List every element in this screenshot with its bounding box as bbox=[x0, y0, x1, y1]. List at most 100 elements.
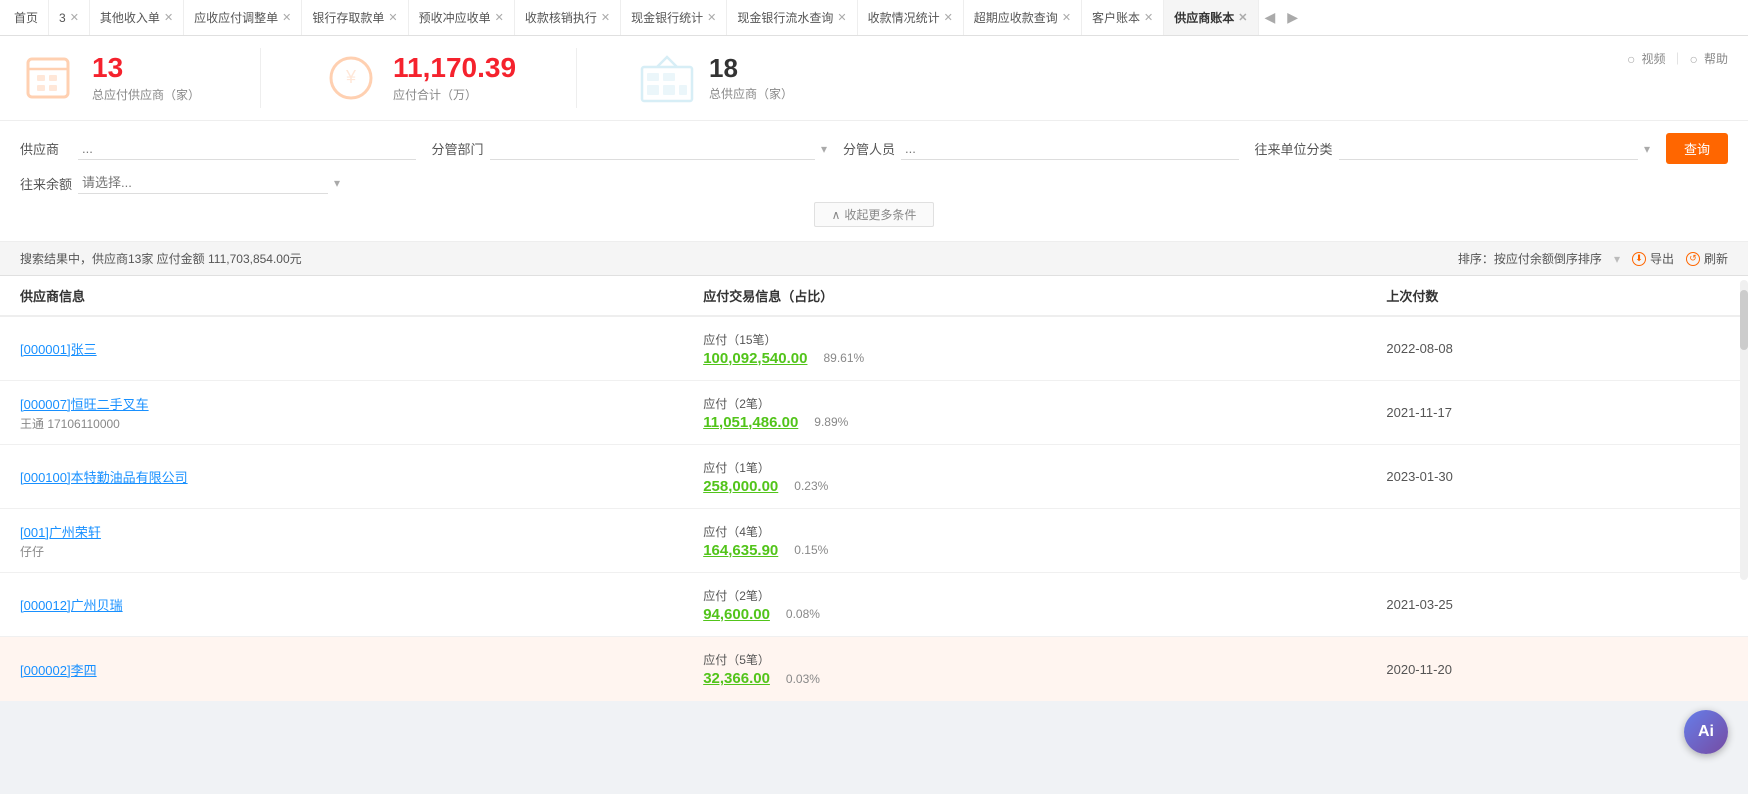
table-row: [001]广州荣轩 仔仔 应付（4笔） 164,635.90 0.15% bbox=[0, 509, 1748, 573]
last-payment-date-5: 2021-03-25 bbox=[1386, 597, 1453, 612]
nav-tab-advance[interactable]: 预收冲应收单 ✕ bbox=[409, 0, 515, 36]
table-row: [000002]李四 应付（5笔） 32,366.00 0.03% 2020-1… bbox=[0, 637, 1748, 701]
refresh-button[interactable]: ↺ 刷新 bbox=[1686, 250, 1728, 267]
supplier-filter-input[interactable] bbox=[78, 138, 416, 160]
query-button[interactable]: 查询 bbox=[1666, 133, 1728, 164]
nav-tab-receipt[interactable]: 收款核销执行 ✕ bbox=[515, 0, 621, 36]
category-dropdown-icon[interactable]: ▾ bbox=[1644, 142, 1650, 156]
nav-tab-overdue-label: 超期应收款查询 bbox=[974, 9, 1058, 26]
nav-tab-customer[interactable]: 客户账本 ✕ bbox=[1082, 0, 1164, 36]
payment-info-cell-2: 应付（2笔） 11,051,486.00 9.89% bbox=[703, 395, 1386, 431]
table-header: 供应商信息 应付交易信息（占比） 上次付数 bbox=[0, 276, 1748, 317]
table-row: [000007]恒旺二手叉车 王通 17106110000 应付（2笔） 11,… bbox=[0, 381, 1748, 445]
nav-tab-overdue-close[interactable]: ✕ bbox=[1062, 11, 1071, 24]
stat-total-suppliers-text: 18 总供应商（家） bbox=[709, 54, 793, 102]
nav-tab-cash-flow-close[interactable]: ✕ bbox=[837, 11, 846, 24]
payment-row-6: 32,366.00 0.03% bbox=[703, 670, 1386, 687]
video-link[interactable]: 视频 bbox=[1641, 50, 1665, 67]
supplier-info-cell-5: [000012]广州贝瑞 bbox=[20, 595, 703, 614]
stat-payable-suppliers-label: 总应付供应商（家） bbox=[92, 86, 200, 103]
payment-amount-2[interactable]: 11,051,486.00 bbox=[703, 414, 798, 431]
nav-tab-other-income-close[interactable]: ✕ bbox=[164, 11, 173, 24]
supplier-link-2[interactable]: [000007]恒旺二手叉车 bbox=[20, 397, 149, 412]
vertical-scrollbar[interactable] bbox=[1740, 280, 1748, 580]
nav-tab-ar-ap[interactable]: 应收应付调整单 ✕ bbox=[184, 0, 302, 36]
result-bar: 搜索结果中，供应商13家 应付金额 111,703,854.00元 排序：按应付… bbox=[0, 242, 1748, 276]
table-row: [000001]张三 应付（15笔） 100,092,540.00 89.61%… bbox=[0, 317, 1748, 381]
nav-tab-customer-label: 客户账本 bbox=[1092, 9, 1140, 26]
payment-pct-2: 9.89% bbox=[814, 415, 848, 429]
export-button[interactable]: ⬇ 导出 bbox=[1632, 250, 1674, 267]
scrollbar-thumb[interactable] bbox=[1740, 290, 1748, 350]
nav-tab-ar-ap-label: 应收应付调整单 bbox=[194, 9, 278, 26]
payment-amount-5[interactable]: 94,600.00 bbox=[703, 606, 770, 623]
nav-tab-home-label: 首页 bbox=[14, 9, 38, 26]
nav-tab-cash-flow[interactable]: 现金银行流水查询 ✕ bbox=[727, 0, 857, 36]
supplier-info-cell: [000001]张三 bbox=[20, 339, 703, 358]
ai-badge[interactable]: Ai bbox=[1684, 710, 1728, 754]
nav-tab-cash-stat-close[interactable]: ✕ bbox=[707, 11, 716, 24]
nav-tab-receipt-label: 收款核销执行 bbox=[525, 9, 597, 26]
nav-tab-cash-stat[interactable]: 现金银行统计 ✕ bbox=[621, 0, 727, 36]
payment-info-cell-5: 应付（2笔） 94,600.00 0.08% bbox=[703, 587, 1386, 623]
stat-payable-suppliers-num: 13 bbox=[92, 53, 200, 84]
supplier-link-4[interactable]: [001]广州荣轩 bbox=[20, 525, 101, 540]
filter-row-1: 供应商 分管部门 ▾ 分管人员 往来单位分类 ▾ 查询 bbox=[20, 133, 1728, 164]
nav-tab-overdue[interactable]: 超期应收款查询 ✕ bbox=[964, 0, 1082, 36]
nav-tab-other-income[interactable]: 其他收入单 ✕ bbox=[90, 0, 184, 36]
payment-info-cell-4: 应付（4笔） 164,635.90 0.15% bbox=[703, 523, 1386, 559]
nav-tab-3-close[interactable]: ✕ bbox=[70, 11, 79, 24]
nav-tab-home[interactable]: 首页 bbox=[4, 0, 49, 36]
col-supplier-info: 供应商信息 bbox=[20, 286, 703, 305]
help-link[interactable]: 帮助 bbox=[1704, 50, 1728, 67]
sort-button[interactable]: 排序：按应付余额倒序排序 bbox=[1458, 250, 1602, 267]
supplier-link-3[interactable]: [000100]本特勤油品有限公司 bbox=[20, 470, 188, 485]
payment-amount-4[interactable]: 164,635.90 bbox=[703, 542, 778, 559]
nav-tab-ar-ap-close[interactable]: ✕ bbox=[282, 11, 291, 24]
nav-next-arrow[interactable]: ▶ bbox=[1281, 0, 1304, 36]
payment-label-2: 应付（2笔） bbox=[703, 395, 1386, 412]
payment-row-4: 164,635.90 0.15% bbox=[703, 542, 1386, 559]
filter-dept: 分管部门 ▾ bbox=[432, 138, 828, 160]
payment-label-3: 应付（1笔） bbox=[703, 459, 1386, 476]
category-filter-label: 往来单位分类 bbox=[1255, 139, 1333, 158]
payment-row-2: 11,051,486.00 9.89% bbox=[703, 414, 1386, 431]
stat-divider-1 bbox=[260, 48, 261, 108]
nav-tab-supplier-close[interactable]: ✕ bbox=[1238, 11, 1247, 24]
stat-payable-amount-text: 11,170.39 应付合计（万） bbox=[393, 53, 516, 103]
nav-tab-bank-close[interactable]: ✕ bbox=[388, 11, 397, 24]
payment-pct-1: 89.61% bbox=[823, 351, 864, 365]
supplier-link-6[interactable]: [000002]李四 bbox=[20, 663, 97, 678]
person-filter-input[interactable] bbox=[901, 138, 1238, 160]
payment-amount-1[interactable]: 100,092,540.00 bbox=[703, 350, 807, 367]
payment-amount-3[interactable]: 258,000.00 bbox=[703, 478, 778, 495]
circle-icon2: ○ bbox=[1690, 51, 1698, 67]
payment-row-3: 258,000.00 0.23% bbox=[703, 478, 1386, 495]
balance-filter-input[interactable] bbox=[78, 172, 328, 194]
nav-tab-receipt-close[interactable]: ✕ bbox=[601, 11, 610, 24]
dept-dropdown-icon[interactable]: ▾ bbox=[821, 142, 827, 156]
nav-tab-supplier[interactable]: 供应商账本 ✕ bbox=[1164, 0, 1258, 36]
supplier-link-1[interactable]: [000001]张三 bbox=[20, 342, 97, 357]
nav-tab-3[interactable]: 3 ✕ bbox=[49, 0, 90, 36]
nav-tab-customer-close[interactable]: ✕ bbox=[1144, 11, 1153, 24]
refresh-icon: ↺ bbox=[1686, 252, 1700, 266]
dept-filter-input[interactable] bbox=[490, 138, 815, 160]
nav-tab-receipt-stat-close[interactable]: ✕ bbox=[944, 11, 953, 24]
payment-amount-6[interactable]: 32,366.00 bbox=[703, 670, 770, 687]
category-filter-input[interactable] bbox=[1339, 138, 1638, 160]
person-filter-label: 分管人员 bbox=[843, 139, 895, 158]
nav-tab-advance-close[interactable]: ✕ bbox=[495, 11, 504, 24]
table-row: [000012]广州贝瑞 应付（2笔） 94,600.00 0.08% 2021… bbox=[0, 573, 1748, 637]
supplier-link-5[interactable]: [000012]广州贝瑞 bbox=[20, 598, 123, 613]
payable-amount-icon: ¥ bbox=[321, 48, 381, 108]
payment-pct-5: 0.08% bbox=[786, 607, 820, 621]
nav-tab-receipt-stat[interactable]: 收款情况统计 ✕ bbox=[858, 0, 964, 36]
nav-prev-arrow[interactable]: ◀ bbox=[1259, 0, 1282, 36]
balance-dropdown-icon[interactable]: ▾ bbox=[334, 176, 340, 190]
filter-row-2: 往来余额 ▾ bbox=[20, 172, 340, 194]
payment-info-cell-1: 应付（15笔） 100,092,540.00 89.61% bbox=[703, 331, 1386, 367]
collapse-button[interactable]: ∧ 收起更多条件 bbox=[814, 202, 934, 227]
nav-tab-bank[interactable]: 银行存取款单 ✕ bbox=[302, 0, 408, 36]
table-row: [000100]本特勤油品有限公司 应付（1笔） 258,000.00 0.23… bbox=[0, 445, 1748, 509]
